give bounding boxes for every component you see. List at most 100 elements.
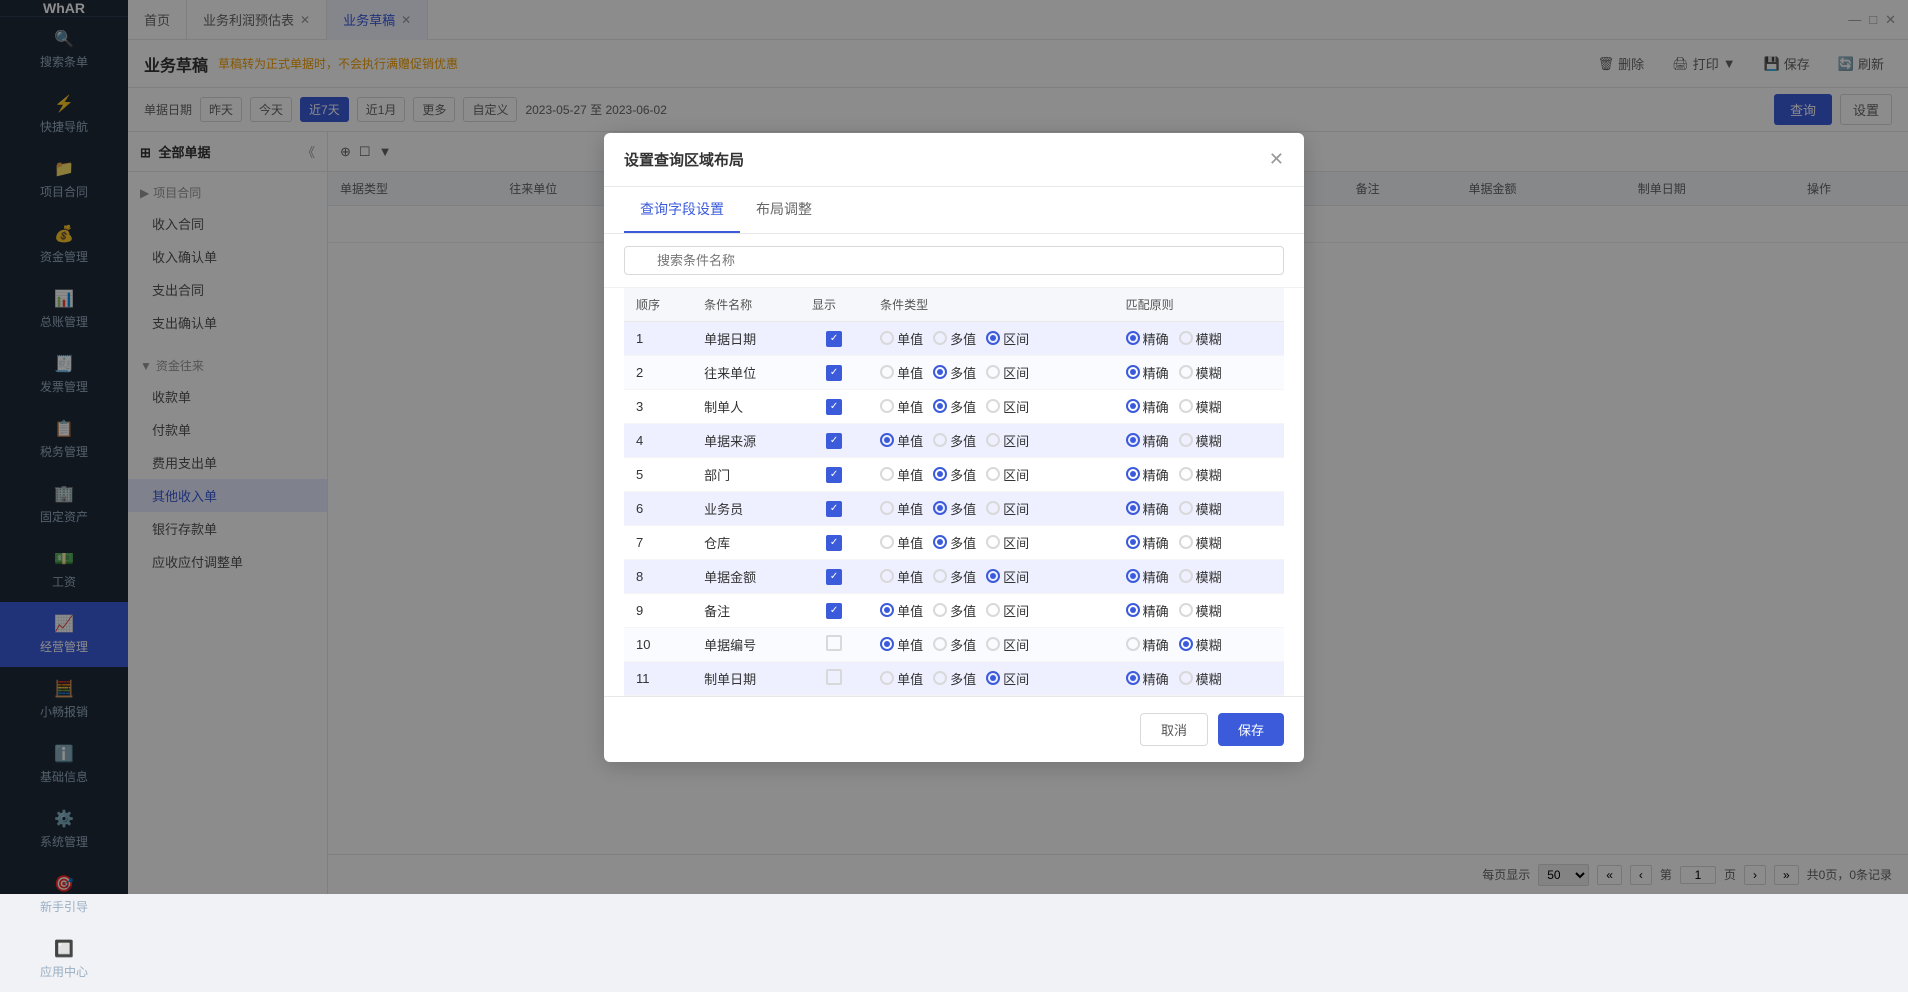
radio-match-模糊[interactable]: 模糊 xyxy=(1179,465,1222,484)
radio-type-多值[interactable]: 多值 xyxy=(933,567,976,586)
radio-match-精确[interactable]: 精确 xyxy=(1126,601,1169,620)
row-show[interactable]: ✓ xyxy=(800,593,868,627)
radio-match-精确[interactable]: 精确 xyxy=(1126,329,1169,348)
radio-type-区间[interactable]: 区间 xyxy=(986,431,1029,450)
row-order: 2 xyxy=(624,355,692,389)
modal-save-button[interactable]: 保存 xyxy=(1218,713,1284,746)
show-checkbox[interactable]: ✓ xyxy=(826,365,842,381)
row-show[interactable] xyxy=(800,661,868,695)
radio-type-区间[interactable]: 区间 xyxy=(986,499,1029,518)
radio-type-区间[interactable]: 区间 xyxy=(986,363,1029,382)
radio-type-多值[interactable]: 多值 xyxy=(933,329,976,348)
modal-table-header: 顺序 条件名称 显示 条件类型 匹配原则 xyxy=(624,288,1284,322)
radio-dot xyxy=(986,501,1000,515)
radio-type-区间[interactable]: 区间 xyxy=(986,601,1029,620)
radio-match-精确[interactable]: 精确 xyxy=(1126,635,1169,654)
modal-tab-fields[interactable]: 查询字段设置 xyxy=(624,187,740,233)
modal-body: 查询字段设置 布局调整 🔍 顺序 条件名称 显示 条件类型 xyxy=(604,187,1304,696)
sidebar-item-apps[interactable]: 🔲 应用中心 xyxy=(0,927,128,992)
radio-type-单值[interactable]: 单值 xyxy=(880,397,923,416)
radio-type-单值[interactable]: 单值 xyxy=(880,567,923,586)
radio-type-单值[interactable]: 单值 xyxy=(880,431,923,450)
modal-tab-layout[interactable]: 布局调整 xyxy=(740,187,828,233)
row-show[interactable]: ✓ xyxy=(800,525,868,559)
row-show[interactable] xyxy=(800,627,868,661)
radio-type-单值[interactable]: 单值 xyxy=(880,669,923,688)
radio-match-精确[interactable]: 精确 xyxy=(1126,465,1169,484)
radio-match-模糊[interactable]: 模糊 xyxy=(1179,397,1222,416)
show-checkbox[interactable] xyxy=(826,635,842,651)
radio-match-精确[interactable]: 精确 xyxy=(1126,499,1169,518)
show-checkbox[interactable]: ✓ xyxy=(826,569,842,585)
show-checkbox[interactable]: ✓ xyxy=(826,399,842,415)
show-checkbox[interactable]: ✓ xyxy=(826,433,842,449)
row-name: 制单日期 xyxy=(692,661,800,695)
modal-cancel-button[interactable]: 取消 xyxy=(1140,713,1208,746)
radio-match-精确[interactable]: 精确 xyxy=(1126,363,1169,382)
radio-dot xyxy=(1126,467,1140,481)
sidebar-item-label: 应用中心 xyxy=(40,963,88,980)
radio-type-区间[interactable]: 区间 xyxy=(986,533,1029,552)
radio-match-模糊[interactable]: 模糊 xyxy=(1179,669,1222,688)
radio-match-精确[interactable]: 精确 xyxy=(1126,397,1169,416)
row-show[interactable]: ✓ xyxy=(800,559,868,593)
radio-type-区间[interactable]: 区间 xyxy=(986,397,1029,416)
radio-type-单值[interactable]: 单值 xyxy=(880,363,923,382)
radio-type-单值[interactable]: 单值 xyxy=(880,601,923,620)
radio-type-多值[interactable]: 多值 xyxy=(933,499,976,518)
row-order: 4 xyxy=(624,423,692,457)
radio-type-多值[interactable]: 多值 xyxy=(933,533,976,552)
radio-match-模糊[interactable]: 模糊 xyxy=(1179,329,1222,348)
radio-type-区间[interactable]: 区间 xyxy=(986,635,1029,654)
modal-close-button[interactable]: ✕ xyxy=(1269,149,1284,170)
radio-match-模糊[interactable]: 模糊 xyxy=(1179,635,1222,654)
radio-type-单值[interactable]: 单值 xyxy=(880,635,923,654)
row-show[interactable]: ✓ xyxy=(800,491,868,525)
show-checkbox[interactable]: ✓ xyxy=(826,535,842,551)
show-checkbox[interactable]: ✓ xyxy=(826,603,842,619)
radio-dot xyxy=(1179,501,1193,515)
radio-type-多值[interactable]: 多值 xyxy=(933,363,976,382)
show-checkbox[interactable]: ✓ xyxy=(826,501,842,517)
row-order: 11 xyxy=(624,661,692,695)
radio-match-模糊[interactable]: 模糊 xyxy=(1179,431,1222,450)
radio-type-单值[interactable]: 单值 xyxy=(880,465,923,484)
row-show[interactable]: ✓ xyxy=(800,389,868,423)
radio-type-多值[interactable]: 多值 xyxy=(933,601,976,620)
radio-type-多值[interactable]: 多值 xyxy=(933,669,976,688)
radio-type-区间[interactable]: 区间 xyxy=(986,329,1029,348)
row-show[interactable]: ✓ xyxy=(800,355,868,389)
row-show[interactable]: ✓ xyxy=(800,321,868,355)
radio-type-多值[interactable]: 多值 xyxy=(933,397,976,416)
radio-match-精确[interactable]: 精确 xyxy=(1126,533,1169,552)
show-checkbox[interactable] xyxy=(826,669,842,685)
radio-type-多值[interactable]: 多值 xyxy=(933,431,976,450)
radio-type-多值[interactable]: 多值 xyxy=(933,465,976,484)
radio-dot xyxy=(880,331,894,345)
radio-match-精确[interactable]: 精确 xyxy=(1126,567,1169,586)
radio-type-多值[interactable]: 多值 xyxy=(933,635,976,654)
radio-dot xyxy=(880,399,894,413)
radio-type-单值[interactable]: 单值 xyxy=(880,499,923,518)
show-checkbox[interactable]: ✓ xyxy=(826,467,842,483)
radio-type-区间[interactable]: 区间 xyxy=(986,669,1029,688)
radio-match-模糊[interactable]: 模糊 xyxy=(1179,533,1222,552)
radio-match-精确[interactable]: 精确 xyxy=(1126,669,1169,688)
modal-overlay[interactable]: 设置查询区域布局 ✕ 查询字段设置 布局调整 🔍 顺序 条件名称 xyxy=(0,0,1908,894)
radio-match-模糊[interactable]: 模糊 xyxy=(1179,363,1222,382)
radio-type-单值[interactable]: 单值 xyxy=(880,533,923,552)
radio-dot xyxy=(1126,603,1140,617)
radio-match-精确[interactable]: 精确 xyxy=(1126,431,1169,450)
row-show[interactable]: ✓ xyxy=(800,423,868,457)
radio-match-模糊[interactable]: 模糊 xyxy=(1179,499,1222,518)
radio-type-区间[interactable]: 区间 xyxy=(986,465,1029,484)
modal-search-input[interactable] xyxy=(624,246,1284,275)
radio-type-区间[interactable]: 区间 xyxy=(986,567,1029,586)
row-name: 部门 xyxy=(692,457,800,491)
radio-type-单值[interactable]: 单值 xyxy=(880,329,923,348)
show-checkbox[interactable]: ✓ xyxy=(826,331,842,347)
radio-match-模糊[interactable]: 模糊 xyxy=(1179,601,1222,620)
row-show[interactable]: ✓ xyxy=(800,457,868,491)
radio-match-模糊[interactable]: 模糊 xyxy=(1179,567,1222,586)
radio-dot xyxy=(1179,399,1193,413)
